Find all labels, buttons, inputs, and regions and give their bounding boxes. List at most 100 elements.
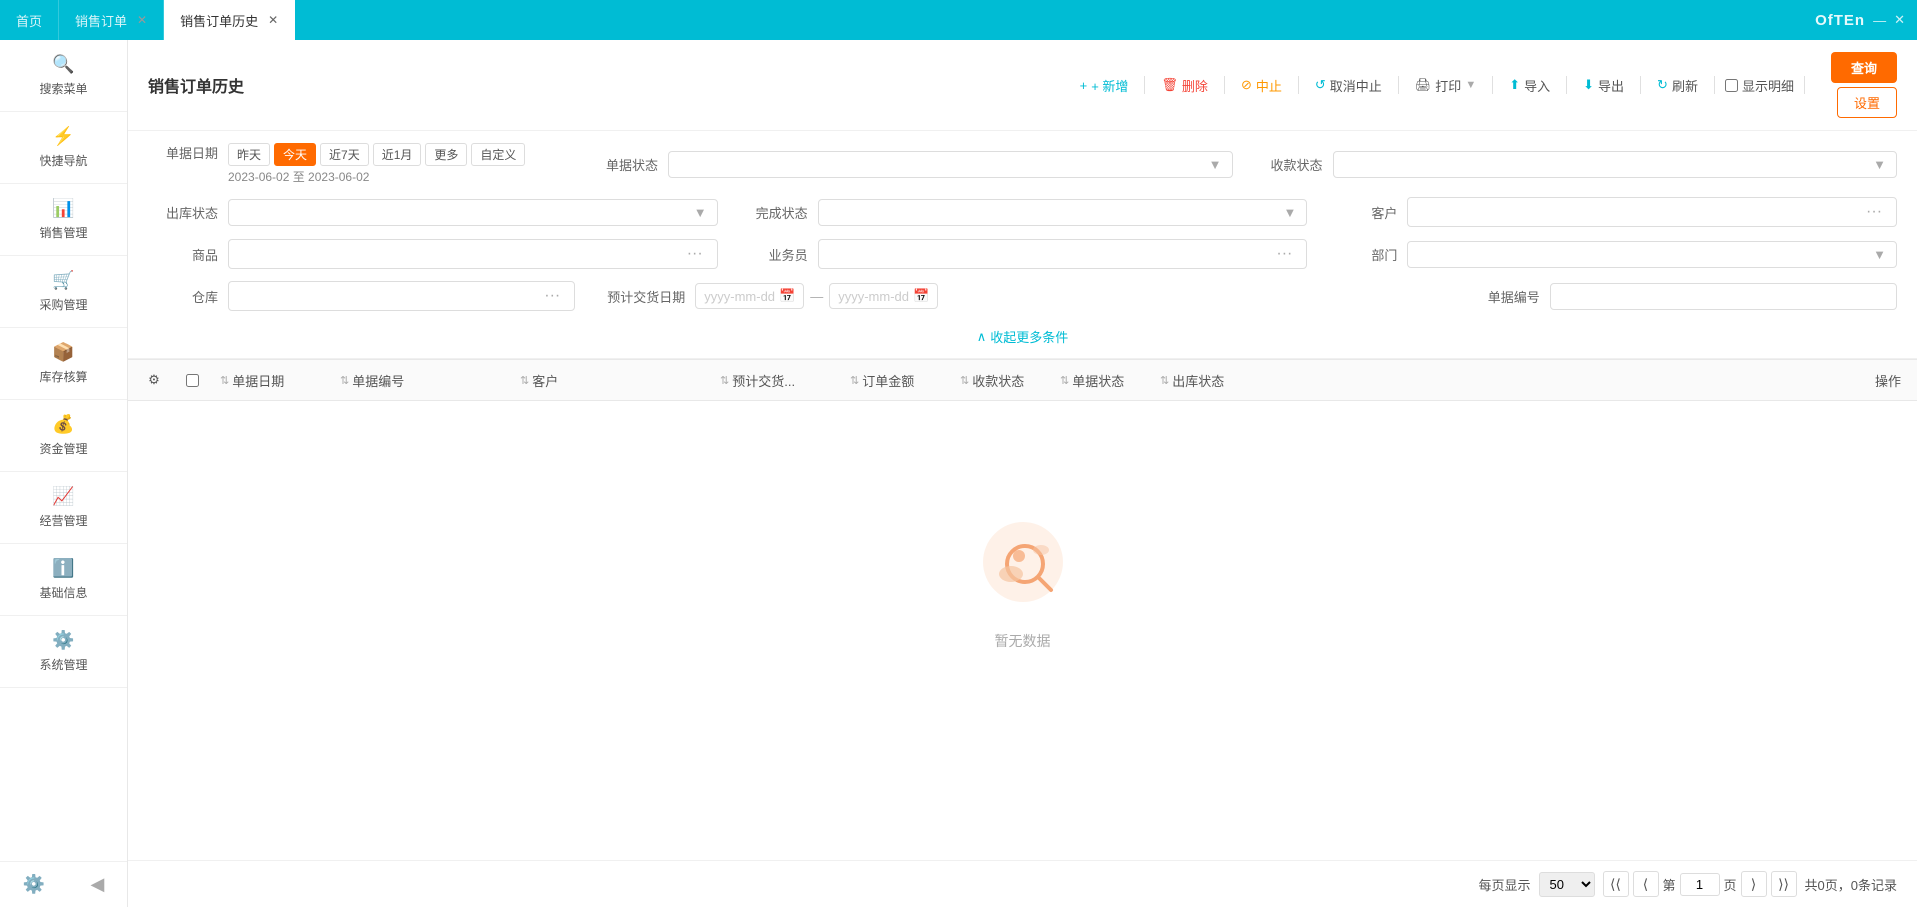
pay-status-select[interactable]: ▼ <box>1333 151 1898 178</box>
th-amount[interactable]: ⇅ 订单金额 <box>842 361 952 400</box>
out-status-label: 出库状态 <box>148 203 228 222</box>
warehouse-dots-icon[interactable]: ··· <box>540 287 564 305</box>
delete-button[interactable]: 🗑 删除 <box>1155 72 1214 99</box>
tab-home-label: 首页 <box>16 11 42 30</box>
th-pay-status[interactable]: ⇅ 收款状态 <box>952 361 1052 400</box>
sort-icon-pay: ⇅ <box>960 374 969 387</box>
department-select[interactable]: ▼ <box>1407 241 1897 268</box>
th-no[interactable]: ⇅ 单据编号 <box>332 361 512 400</box>
select-all-checkbox[interactable] <box>186 374 199 387</box>
customer-field[interactable]: ··· <box>1407 197 1897 227</box>
sidebar-item-finance[interactable]: 💰 资金管理 <box>0 400 127 472</box>
sidebar-item-basic-info[interactable]: ℹ️ 基础信息 <box>0 544 127 616</box>
date-btn-1month[interactable]: 近1月 <box>373 143 422 166</box>
sidebar-settings-icon[interactable]: ⚙️ <box>23 874 45 895</box>
sidebar-item-system[interactable]: ⚙️ 系统管理 <box>0 616 127 688</box>
page-number-input[interactable] <box>1680 873 1720 896</box>
tab-sales-order[interactable]: 销售订单 ✕ <box>59 0 164 40</box>
complete-status-select[interactable]: ▼ <box>818 199 1308 226</box>
last-page-button[interactable]: ⟩⟩ <box>1771 871 1797 897</box>
query-button[interactable]: 查询 <box>1831 52 1897 83</box>
th-out-status[interactable]: ⇅ 出库状态 <box>1152 361 1262 400</box>
th-settings[interactable]: ⚙ <box>136 362 172 398</box>
date-btn-yesterday[interactable]: 昨天 <box>228 143 270 166</box>
date-btn-7days[interactable]: 近7天 <box>320 143 369 166</box>
delete-label: 删除 <box>1182 76 1208 95</box>
new-label: + 新增 <box>1091 76 1128 95</box>
tab-home[interactable]: 首页 <box>0 0 59 40</box>
collapse-bar[interactable]: ∧ 收起更多条件 <box>148 323 1897 354</box>
out-status-select[interactable]: ▼ <box>228 199 718 226</box>
out-status-arrow-icon: ▼ <box>694 205 707 220</box>
print-icon: 🖨 <box>1415 77 1432 93</box>
cancel-stop-button[interactable]: ↺ 取消中止 <box>1309 72 1388 99</box>
import-button[interactable]: ⬆ 导入 <box>1503 72 1556 99</box>
tab-sales-history[interactable]: 销售订单历史 ✕ <box>164 0 295 40</box>
th-doc-status[interactable]: ⇅ 单据状态 <box>1052 361 1152 400</box>
sidebar-item-quick-nav-label: 快捷导航 <box>39 152 87 169</box>
setting-button[interactable]: 设置 <box>1837 87 1897 118</box>
date-btn-today[interactable]: 今天 <box>274 143 316 166</box>
customer-label: 客户 <box>1327 203 1407 222</box>
delivery-date-from[interactable]: yyyy-mm-dd 📅 <box>695 283 804 309</box>
tab-sales-order-close[interactable]: ✕ <box>137 13 147 27</box>
customer-dots-icon[interactable]: ··· <box>1862 203 1886 221</box>
sidebar-item-purchase[interactable]: 🛒 采购管理 <box>0 256 127 328</box>
sidebar-item-search[interactable]: 🔍 搜索菜单 <box>0 40 127 112</box>
th-date[interactable]: ⇅ 单据日期 <box>212 361 332 400</box>
window-close[interactable]: ✕ <box>1894 12 1905 28</box>
window-minimize[interactable]: — <box>1873 13 1886 28</box>
th-customer[interactable]: ⇅ 客户 <box>512 361 712 400</box>
product-dots-icon[interactable]: ··· <box>683 245 707 263</box>
tab-sales-history-close[interactable]: ✕ <box>268 13 278 27</box>
delete-icon: 🗑 <box>1161 77 1178 93</box>
total-records: 共0页，0条记录 <box>1805 875 1897 894</box>
delivery-date-from-icon: 📅 <box>779 288 795 304</box>
inventory-icon: 📦 <box>52 342 74 363</box>
th-no-label: 单据编号 <box>352 371 404 390</box>
sidebar-item-operations[interactable]: 📈 经营管理 <box>0 472 127 544</box>
refresh-button[interactable]: ↻ 刷新 <box>1651 72 1704 99</box>
show-detail-checkbox[interactable]: 显示明细 <box>1725 76 1794 95</box>
sidebar-collapse-icon[interactable]: ◀ <box>90 874 104 895</box>
date-btn-more[interactable]: 更多 <box>425 143 467 166</box>
print-button[interactable]: 🖨 打印 ▼ <box>1409 72 1482 99</box>
per-page-label: 每页显示 <box>1478 875 1530 894</box>
sort-icon-no: ⇅ <box>340 374 349 387</box>
page-title: 销售订单历史 <box>148 73 244 97</box>
sidebar-item-inventory[interactable]: 📦 库存核算 <box>0 328 127 400</box>
date-quick-btns: 昨天 今天 近7天 近1月 更多 自定义 <box>228 143 525 166</box>
new-button[interactable]: + + 新增 <box>1074 72 1135 99</box>
th-actions: 操作 <box>1262 361 1909 400</box>
stop-button[interactable]: ⊘ 中止 <box>1235 72 1288 99</box>
date-btn-custom[interactable]: 自定义 <box>471 143 525 166</box>
page-size-select[interactable]: 20 50 100 <box>1539 872 1595 897</box>
salesman-field[interactable]: ··· <box>818 239 1308 269</box>
export-button[interactable]: ⬇ 导出 <box>1577 72 1630 99</box>
product-label: 商品 <box>148 245 228 264</box>
warehouse-field[interactable]: ··· <box>228 281 575 311</box>
sort-icon-delivery: ⇅ <box>720 374 729 387</box>
next-page-button[interactable]: ⟩ <box>1741 871 1767 897</box>
prev-page-button[interactable]: ⟨ <box>1633 871 1659 897</box>
th-delivery[interactable]: ⇅ 预计交货... <box>712 361 842 400</box>
sidebar-item-quick-nav[interactable]: ⚡ 快捷导航 <box>0 112 127 184</box>
new-icon: + <box>1080 78 1088 93</box>
delivery-date-to-value: yyyy-mm-dd <box>838 289 909 304</box>
product-field[interactable]: ··· <box>228 239 718 269</box>
sidebar-item-sales-label: 销售管理 <box>39 224 87 241</box>
pay-status-arrow-icon: ▼ <box>1873 157 1886 172</box>
pay-status-label: 收款状态 <box>1253 155 1333 174</box>
doc-status-select[interactable]: ▼ <box>668 151 1233 178</box>
th-actions-label: 操作 <box>1875 371 1901 390</box>
delivery-date-to[interactable]: yyyy-mm-dd 📅 <box>829 283 938 309</box>
salesman-dots-icon[interactable]: ··· <box>1272 245 1296 263</box>
complete-status-arrow-icon: ▼ <box>1283 205 1296 220</box>
doc-no-input[interactable] <box>1550 283 1897 310</box>
first-page-button[interactable]: ⟨⟨ <box>1603 871 1629 897</box>
sidebar-item-sales[interactable]: 📊 销售管理 <box>0 184 127 256</box>
search-menu-icon: 🔍 <box>52 54 74 75</box>
th-check[interactable] <box>172 364 212 397</box>
stop-icon: ⊘ <box>1241 77 1252 93</box>
show-detail-input[interactable] <box>1725 79 1738 92</box>
